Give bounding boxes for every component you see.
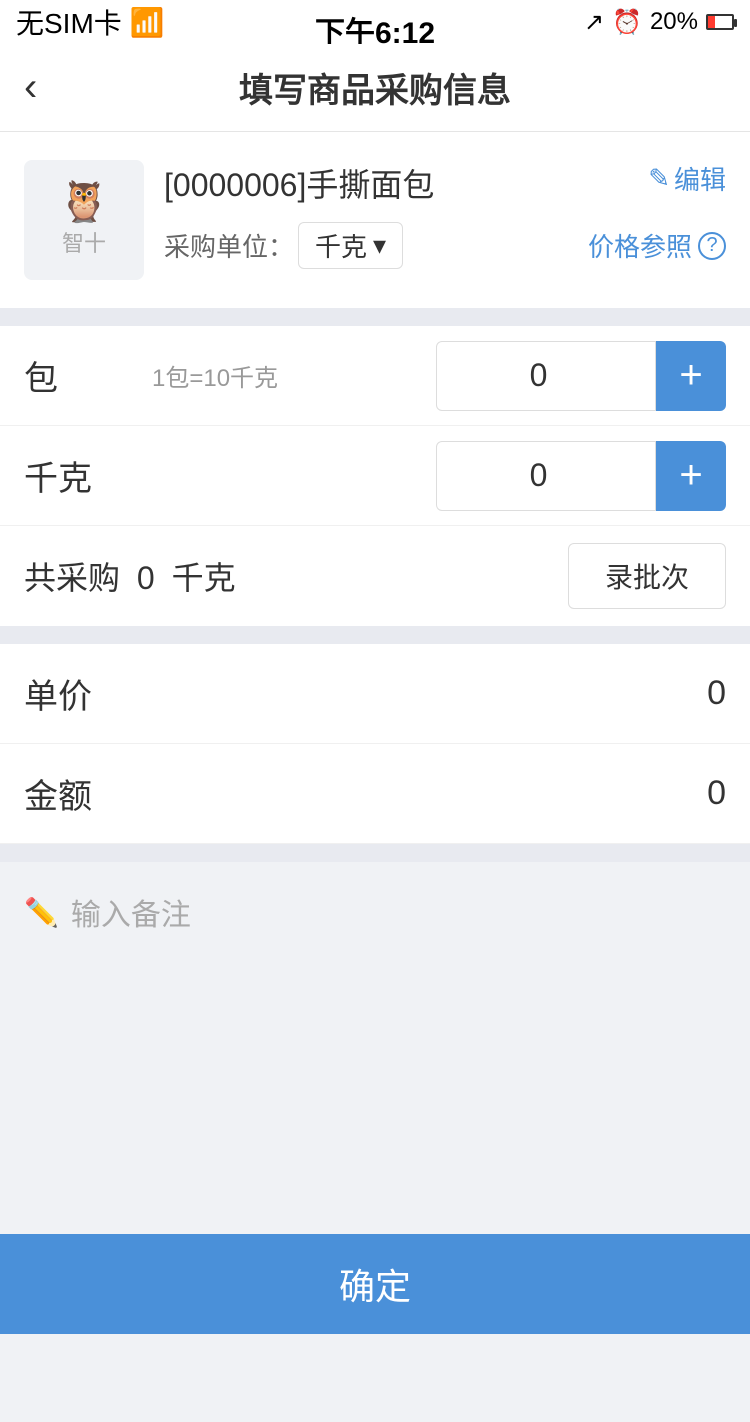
record-batch-button[interactable]: 录批次 xyxy=(568,543,726,609)
main-content: 🦉 智十 [0000006]手撕面包 ✎ 编辑 采购单位： 千克 ▾ xyxy=(0,132,750,1422)
note-placeholder: 输入备注 xyxy=(71,890,191,934)
battery-icon xyxy=(706,14,734,30)
section-divider-2 xyxy=(0,626,750,644)
kg-input-row: 千克 + xyxy=(0,426,750,526)
product-name: [0000006]手撕面包 xyxy=(164,160,648,206)
note-section[interactable]: ✏️ 输入备注 xyxy=(0,862,750,962)
bag-input[interactable] xyxy=(436,341,656,411)
info-section: 单价 0 金额 0 xyxy=(0,644,750,844)
alarm-icon: ⏰ xyxy=(612,8,642,37)
summary-unit: 千克 xyxy=(172,560,236,596)
summary-prefix: 共采购 xyxy=(24,560,120,596)
carrier-wifi: 无SIM卡 📶 xyxy=(16,2,165,42)
product-logo-text: 智十 xyxy=(59,226,109,258)
section-divider-3 xyxy=(0,844,750,862)
confirm-label: 确定 xyxy=(339,1258,411,1310)
summary-text: 共采购 0 千克 xyxy=(24,553,236,599)
dropdown-icon: ▾ xyxy=(373,230,386,261)
kg-input[interactable] xyxy=(436,441,656,511)
section-divider-1 xyxy=(0,308,750,326)
product-logo-icon: 🦉 xyxy=(59,182,109,222)
pencil-icon: ✏️ xyxy=(24,896,59,929)
input-section: 包 1包=10千克 + 千克 + xyxy=(0,326,750,526)
unit-label: 采购单位： xyxy=(164,227,294,264)
product-info: [0000006]手撕面包 ✎ 编辑 采购单位： 千克 ▾ 价格参照 ? xyxy=(164,160,726,269)
edit-button[interactable]: ✎ 编辑 xyxy=(648,160,726,197)
kg-input-right: + xyxy=(436,441,726,511)
carrier-text: 无SIM卡 xyxy=(16,2,122,42)
product-card: 🦉 智十 [0000006]手撕面包 ✎ 编辑 采购单位： 千克 ▾ xyxy=(0,132,750,308)
battery-text: 20% xyxy=(650,8,698,36)
amount-row: 金额 0 xyxy=(0,744,750,844)
status-bar: 无SIM卡 📶 下午6:12 ↗ ⏰ 20% xyxy=(0,0,750,44)
back-button[interactable]: ‹ xyxy=(24,65,37,110)
price-ref-label: 价格参照 xyxy=(588,227,692,264)
record-batch-label: 录批次 xyxy=(605,562,689,593)
summary-value: 0 xyxy=(137,560,155,596)
nav-bar: ‹ 填写商品采购信息 xyxy=(0,44,750,132)
edit-label: 编辑 xyxy=(674,160,726,197)
bag-label: 包 xyxy=(24,351,144,400)
amount-label: 金额 xyxy=(24,769,92,818)
product-image: 🦉 智十 xyxy=(24,160,144,280)
amount-value: 0 xyxy=(707,774,726,813)
confirm-button[interactable]: 确定 xyxy=(0,1234,750,1334)
product-unit-row: 采购单位： 千克 ▾ 价格参照 ? xyxy=(164,222,726,269)
page-title: 填写商品采购信息 xyxy=(239,63,511,112)
wifi-icon: 📶 xyxy=(130,6,165,39)
bag-sub-label: 1包=10千克 xyxy=(152,358,436,393)
product-header: [0000006]手撕面包 ✎ 编辑 xyxy=(164,160,726,206)
battery-area: ↗ ⏰ 20% xyxy=(584,8,734,37)
summary-row: 共采购 0 千克 录批次 xyxy=(0,526,750,626)
bag-input-row: 包 1包=10千克 + xyxy=(0,326,750,426)
unit-price-value: 0 xyxy=(707,674,726,713)
unit-price-row: 单价 0 xyxy=(0,644,750,744)
kg-plus-button[interactable]: + xyxy=(656,441,726,511)
bag-plus-icon: + xyxy=(679,353,702,398)
unit-price-label: 单价 xyxy=(24,669,92,718)
price-ref-button[interactable]: 价格参照 ? xyxy=(588,227,726,264)
kg-plus-icon: + xyxy=(679,453,702,498)
unit-value: 千克 xyxy=(315,227,367,264)
edit-icon: ✎ xyxy=(648,163,670,194)
kg-label: 千克 xyxy=(24,451,144,500)
unit-select[interactable]: 千克 ▾ xyxy=(298,222,403,269)
info-icon: ? xyxy=(698,232,726,260)
location-icon: ↗ xyxy=(584,8,604,37)
bag-input-right: + xyxy=(436,341,726,411)
bag-plus-button[interactable]: + xyxy=(656,341,726,411)
